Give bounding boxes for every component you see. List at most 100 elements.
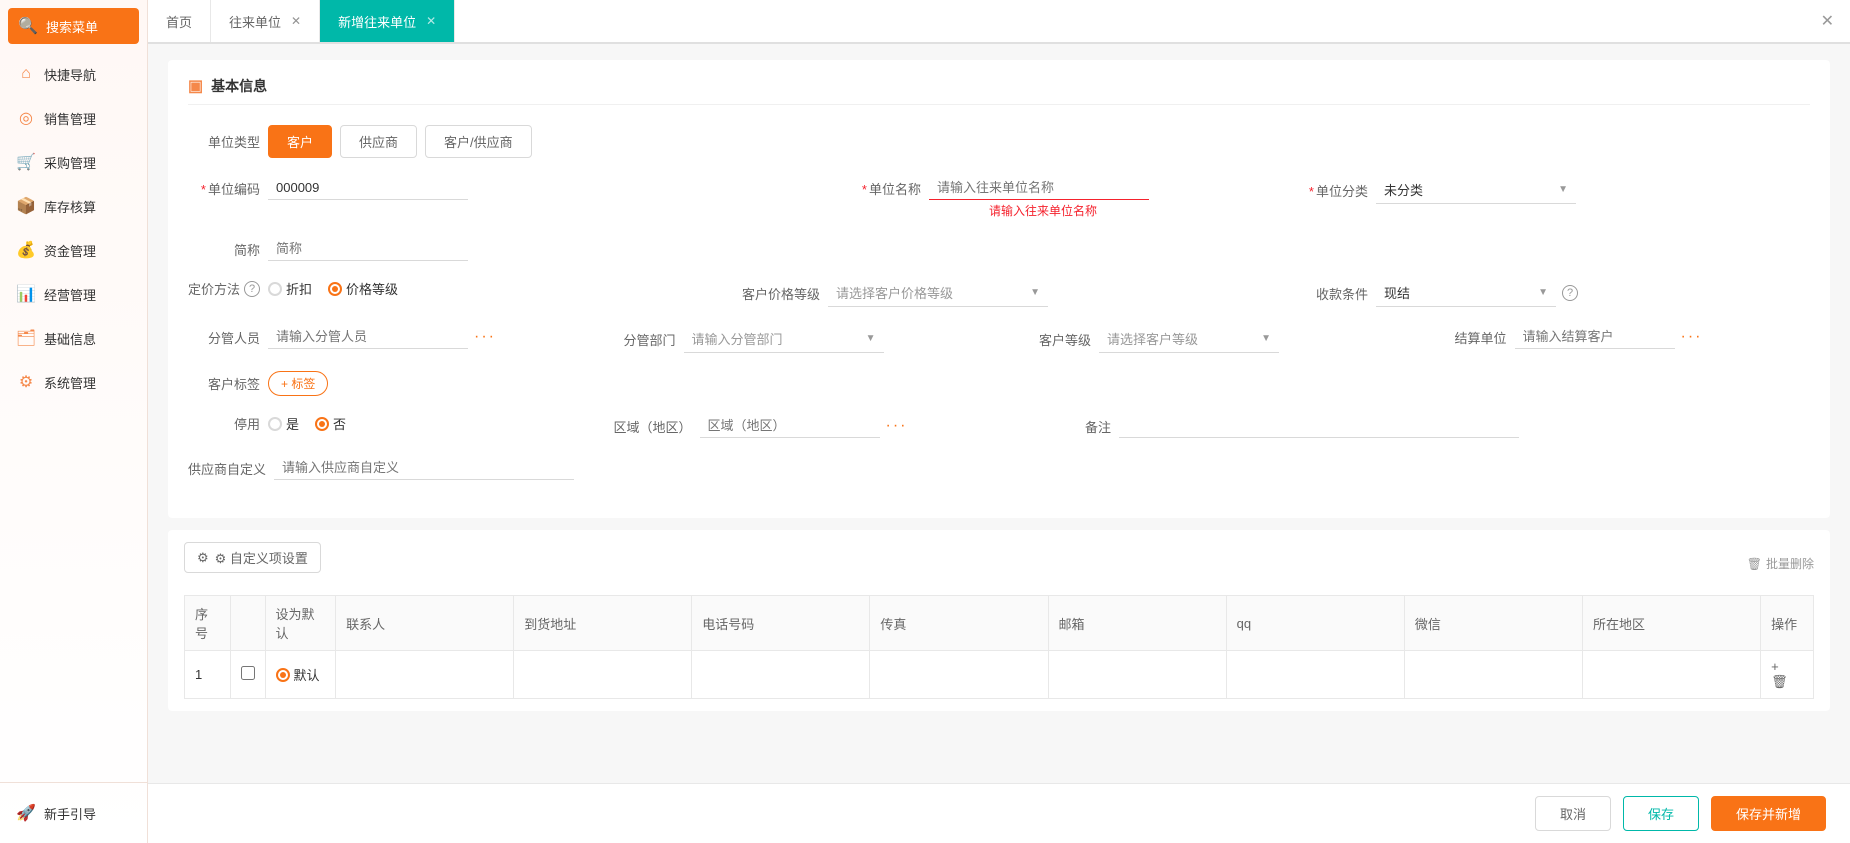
- tags-row: 客户标签 + 标签: [188, 371, 1810, 396]
- col-email: 邮箱: [1048, 596, 1226, 651]
- form-content: ▣ 基本信息 单位类型 客户 供应商 客户/供应商 *单位编: [148, 44, 1850, 783]
- col-contact: 联系人: [336, 596, 514, 651]
- sidebar-item-operations[interactable]: 📊 经营管理: [0, 272, 147, 316]
- phone-input[interactable]: [702, 667, 859, 682]
- save-and-add-button[interactable]: 保存并新增: [1711, 796, 1826, 831]
- sidebar-search[interactable]: 🔍 搜索菜单: [8, 8, 139, 44]
- tab-new-partner-close[interactable]: ✕: [426, 14, 436, 28]
- default-radio[interactable]: 默认: [276, 665, 326, 684]
- fax-input[interactable]: [880, 667, 1037, 682]
- cell-wechat: [1404, 651, 1582, 699]
- unit-category-label: *单位分类: [1296, 181, 1376, 200]
- disabled-radio-yes[interactable]: 是: [268, 414, 299, 433]
- contact-input[interactable]: [346, 667, 503, 682]
- disabled-radio-group: 是 否: [268, 414, 346, 433]
- window-close-button[interactable]: ✕: [1821, 11, 1834, 31]
- tab-home[interactable]: 首页: [148, 0, 211, 42]
- customer-level-placeholder: 请选择客户等级: [1107, 329, 1198, 348]
- region-field: 区域（地区） ···: [614, 414, 1000, 438]
- cell-fax: [870, 651, 1048, 699]
- footer-bar: 取消 保存 保存并新增: [148, 783, 1850, 843]
- save-button[interactable]: 保存: [1623, 796, 1699, 831]
- sales-icon: ◎: [16, 108, 36, 128]
- manager-input[interactable]: [268, 325, 468, 349]
- sidebar-item-finance[interactable]: 💰 资金管理: [0, 228, 147, 272]
- sidebar-item-inventory[interactable]: 📦 库存核算: [0, 184, 147, 228]
- sidebar-item-system[interactable]: ⚙ 系统管理: [0, 360, 147, 404]
- pricing-help-icon[interactable]: ?: [244, 281, 260, 297]
- col-address: 到货地址: [514, 596, 692, 651]
- sidebar-item-basic-info[interactable]: 🗂 基础信息: [0, 316, 147, 360]
- col-area: 所在地区: [1583, 596, 1761, 651]
- area-input[interactable]: [1593, 667, 1750, 682]
- tab-partners[interactable]: 往来单位 ✕: [211, 0, 320, 42]
- add-tag-button[interactable]: + 标签: [268, 371, 328, 396]
- payment-terms-select[interactable]: 现结 ▼: [1376, 279, 1556, 307]
- short-name-label: 简称: [188, 240, 268, 259]
- delete-icon: 🗑: [1747, 557, 1762, 571]
- customer-price-level-select[interactable]: 请选择客户价格等级 ▼: [828, 279, 1048, 307]
- tab-home-label: 首页: [166, 12, 192, 31]
- col-wechat: 微信: [1404, 596, 1582, 651]
- delete-row-button[interactable]: 🗑: [1771, 674, 1788, 689]
- unit-type-buttons: 客户 供应商 客户/供应商: [268, 125, 532, 158]
- settlement-dots-button[interactable]: ···: [1675, 328, 1709, 346]
- unit-code-input[interactable]: [268, 176, 468, 200]
- cell-action: + 🗑: [1761, 651, 1814, 699]
- chevron-down-icon: ▼: [1030, 287, 1040, 298]
- pricing-radio-discount[interactable]: 折扣: [268, 279, 312, 298]
- manager-dots-button[interactable]: ···: [468, 328, 502, 346]
- settlement-unit-input[interactable]: [1515, 325, 1675, 349]
- region-dots-button[interactable]: ···: [880, 417, 914, 435]
- cancel-button[interactable]: 取消: [1535, 796, 1611, 831]
- search-icon: 🔍: [18, 16, 38, 36]
- cell-seq: 1: [185, 651, 231, 699]
- batch-delete-button[interactable]: 🗑 批量删除: [1747, 555, 1814, 572]
- sidebar-item-sales[interactable]: ◎ 销售管理: [0, 96, 147, 140]
- unit-code-label: *单位编码: [188, 179, 268, 198]
- custom-settings-label: ⚙ 自定义项设置: [215, 548, 308, 567]
- qq-input[interactable]: [1237, 667, 1394, 682]
- unit-name-input[interactable]: [929, 176, 1149, 200]
- unit-name-label: *单位名称: [849, 179, 929, 198]
- department-placeholder: 请输入分管部门: [692, 329, 783, 348]
- email-input[interactable]: [1059, 667, 1216, 682]
- wechat-input[interactable]: [1415, 667, 1572, 682]
- short-name-input[interactable]: [268, 237, 468, 261]
- sidebar-label: 快捷导航: [44, 65, 96, 84]
- payment-terms-help-icon[interactable]: ?: [1562, 285, 1578, 301]
- disabled-radio-no[interactable]: 否: [315, 414, 346, 433]
- supplier-custom-input[interactable]: [274, 456, 574, 480]
- department-select[interactable]: 请输入分管部门 ▼: [684, 325, 884, 353]
- row-checkbox[interactable]: [241, 666, 255, 680]
- pricing-row: 定价方法 ? 折扣 价格等级: [188, 279, 1810, 307]
- type-btn-supplier[interactable]: 供应商: [340, 125, 417, 158]
- pricing-radio-price-level[interactable]: 价格等级: [328, 279, 398, 298]
- sidebar-item-purchase[interactable]: 🛒 采购管理: [0, 140, 147, 184]
- remarks-input[interactable]: [1119, 414, 1519, 438]
- add-row-button[interactable]: +: [1771, 659, 1779, 674]
- tab-partners-close[interactable]: ✕: [291, 14, 301, 28]
- manager-field: 分管人员 ···: [188, 325, 564, 349]
- unit-category-field: *单位分类 未分类 ▼: [1296, 176, 1810, 204]
- disabled-row: 停用 是 否 区域（地区）: [188, 414, 1810, 438]
- sidebar-item-quick-nav[interactable]: ⌂ 快捷导航: [0, 52, 147, 96]
- customer-level-select[interactable]: 请选择客户等级 ▼: [1099, 325, 1279, 353]
- tab-new-partner[interactable]: 新增往来单位 ✕: [320, 0, 455, 42]
- custom-settings-button[interactable]: ⚙ ⚙ 自定义项设置: [184, 542, 321, 573]
- region-input[interactable]: [700, 414, 880, 438]
- pricing-radio-group: 折扣 价格等级: [268, 279, 398, 298]
- remarks-label: 备注: [1039, 417, 1119, 436]
- section-title-text: 基本信息: [211, 76, 267, 96]
- address-input[interactable]: [524, 667, 681, 682]
- col-checkbox: [230, 596, 265, 651]
- type-btn-customer[interactable]: 客户: [268, 125, 332, 158]
- unit-category-select[interactable]: 未分类 ▼: [1376, 176, 1576, 204]
- address-table-section: ⚙ ⚙ 自定义项设置 🗑 批量删除 序号 设为默认 联系人 到货地址: [168, 530, 1830, 711]
- gear-icon: ⚙: [197, 550, 209, 566]
- pricing-method-label: 定价方法 ?: [188, 279, 268, 298]
- customer-tags-field: 客户标签 + 标签: [188, 371, 1810, 396]
- type-btn-both[interactable]: 客户/供应商: [425, 125, 532, 158]
- sidebar-item-guide[interactable]: 🚀 新手引导: [0, 791, 147, 835]
- sidebar-label: 基础信息: [44, 329, 96, 348]
